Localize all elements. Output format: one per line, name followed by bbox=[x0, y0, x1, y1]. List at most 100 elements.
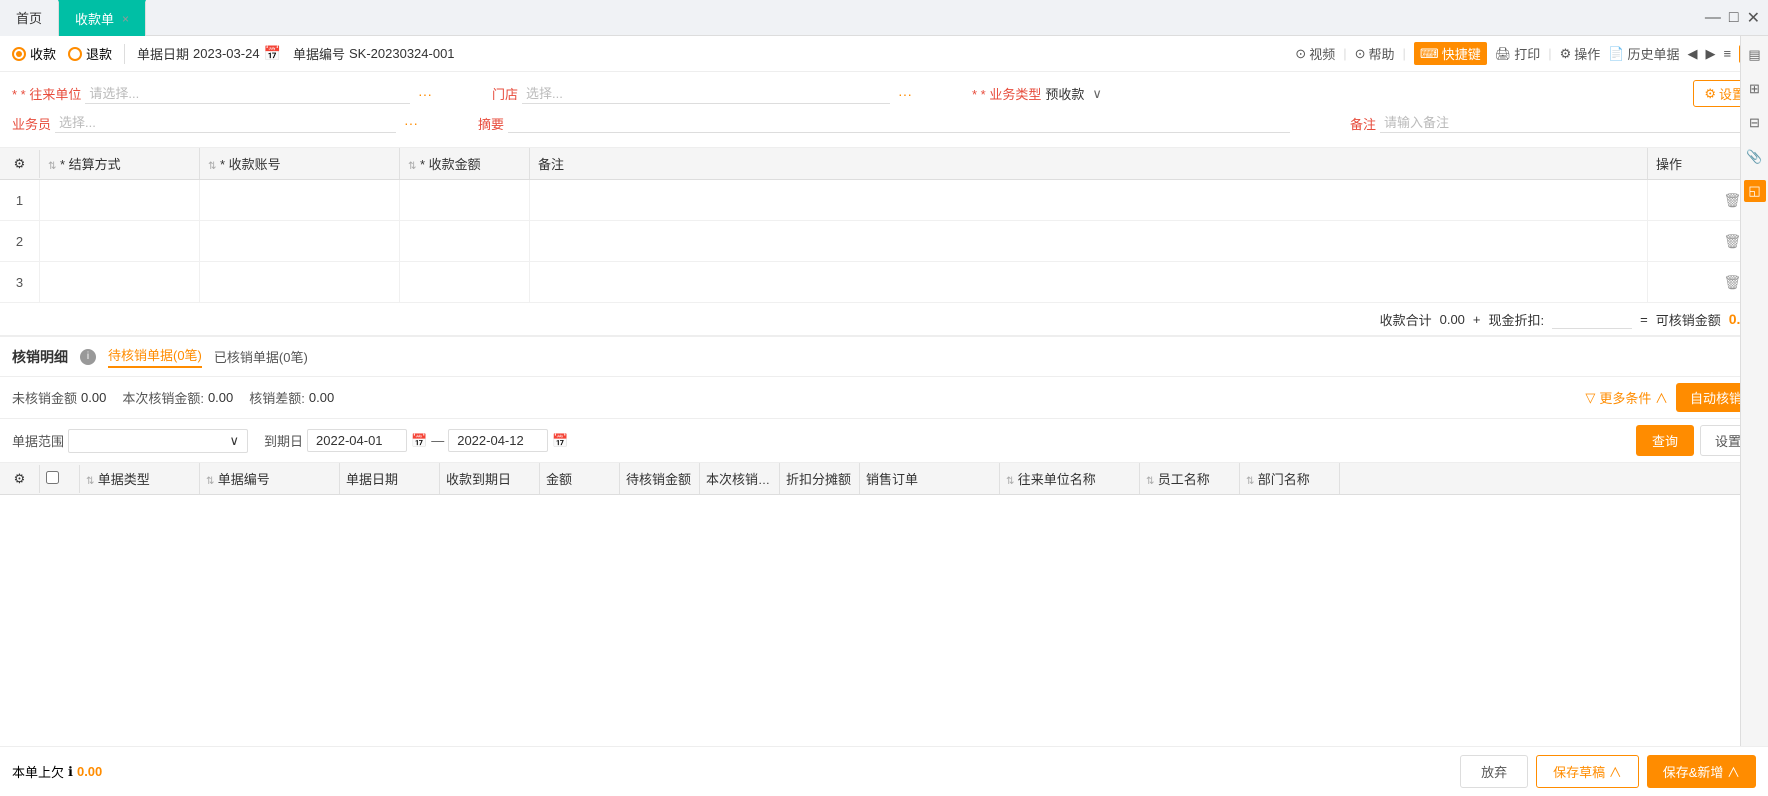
sort-icon: ⇅ bbox=[1146, 476, 1154, 487]
discount-input[interactable] bbox=[1552, 309, 1632, 329]
verify-header: 核销明细 i 待核销单据(0笔) 已核销单据(0笔) bbox=[0, 337, 1768, 377]
tab-home[interactable]: 首页 bbox=[0, 0, 58, 36]
dth-doc-number: ⇅ 单据编号 bbox=[200, 463, 340, 494]
sort-icon: ⇅ bbox=[1246, 476, 1254, 487]
maximize-icon[interactable]: □ bbox=[1729, 9, 1739, 27]
store-more-icon[interactable]: ··· bbox=[898, 86, 912, 102]
radio-refund[interactable]: 退款 bbox=[68, 44, 112, 63]
toolbar-date-value[interactable]: 2023-03-24 bbox=[193, 46, 260, 61]
calendar-to-icon[interactable]: 📅 bbox=[552, 433, 568, 449]
sidebar-icon-attach[interactable]: 📎 bbox=[1744, 146, 1766, 168]
shortcut-icon: ⌨ bbox=[1420, 46, 1439, 62]
verify-title: 核销明细 bbox=[12, 347, 68, 367]
date-filter-field: 到期日 📅 — 📅 bbox=[264, 429, 568, 452]
delete-icon-2[interactable]: 🗑 bbox=[1723, 233, 1741, 250]
current-value: 0.00 bbox=[208, 390, 233, 405]
bottom-info-icon[interactable]: ℹ bbox=[68, 764, 73, 780]
table-row-2: 2 🗑 ⊕ bbox=[0, 221, 1768, 262]
salesperson-more-icon[interactable]: ··· bbox=[404, 115, 418, 131]
dth-amount: 金额 bbox=[540, 463, 620, 494]
close-icon[interactable]: ✕ bbox=[1747, 8, 1760, 28]
td-settlement-2[interactable] bbox=[40, 221, 200, 261]
video-icon: ⊙ bbox=[1295, 46, 1306, 62]
verify-tab-done[interactable]: 已核销单据(0笔) bbox=[214, 347, 308, 366]
verify-tab-pending[interactable]: 待核销单据(0笔) bbox=[108, 345, 202, 368]
remarks-input[interactable] bbox=[1380, 113, 1756, 133]
radio-refund-dot bbox=[68, 47, 82, 61]
tab-receipt[interactable]: 收款单 × bbox=[58, 0, 146, 36]
partner-field: * 往来单位 ··· bbox=[12, 84, 432, 104]
delete-icon-3[interactable]: 🗑 bbox=[1723, 274, 1741, 291]
radio-receipt[interactable]: 收款 bbox=[12, 44, 56, 63]
due-date-from-input[interactable] bbox=[307, 429, 407, 452]
calendar-icon[interactable]: 📅 bbox=[264, 45, 281, 62]
business-type-dropdown-icon[interactable]: ∨ bbox=[1092, 86, 1102, 102]
sort-icon: ⇅ bbox=[86, 476, 94, 487]
store-input[interactable] bbox=[522, 84, 890, 104]
td-remarks-3[interactable] bbox=[530, 262, 1648, 302]
delete-icon-1[interactable]: 🗑 bbox=[1723, 192, 1741, 209]
td-account-3[interactable] bbox=[200, 262, 400, 302]
help-action[interactable]: ⊙ 帮助 bbox=[1355, 44, 1395, 63]
salesperson-field: 业务员 ··· bbox=[12, 113, 418, 133]
td-amount-3[interactable] bbox=[400, 262, 530, 302]
calendar-from-icon[interactable]: 📅 bbox=[411, 433, 427, 449]
range-select[interactable]: ∨ bbox=[68, 429, 248, 453]
nav-left-icon[interactable]: ◀ bbox=[1688, 46, 1698, 62]
more-conditions[interactable]: ▽ 更多条件 ∧ bbox=[1585, 388, 1668, 407]
query-button[interactable]: 查询 bbox=[1636, 425, 1694, 456]
filter-right: 查询 设置 bbox=[1636, 425, 1756, 456]
partner-more-icon[interactable]: ··· bbox=[418, 86, 432, 102]
td-account-1[interactable] bbox=[200, 180, 400, 220]
td-amount-1[interactable] bbox=[400, 180, 530, 220]
video-action[interactable]: ⊙ 视频 bbox=[1295, 44, 1335, 63]
radio-refund-label: 退款 bbox=[86, 44, 112, 63]
verify-stats-right: ▽ 更多条件 ∧ 自动核销 bbox=[1585, 383, 1756, 412]
shortcut-action[interactable]: ⌨ 快捷键 bbox=[1414, 42, 1487, 65]
history-action[interactable]: 📄 历史单据 bbox=[1608, 44, 1679, 63]
toolbar-number-value[interactable]: SK-20230324-001 bbox=[349, 46, 455, 61]
save-draft-button[interactable]: 保存草稿 ∧ bbox=[1536, 755, 1639, 788]
diff-stat: 核销差额: 0.00 bbox=[249, 388, 334, 407]
operation-icon: ⚙ bbox=[1560, 46, 1572, 62]
dth-checkbox[interactable] bbox=[40, 465, 80, 493]
unchecked-value: 0.00 bbox=[81, 390, 106, 405]
verify-info-icon[interactable]: i bbox=[80, 349, 96, 365]
minimize-icon[interactable]: — bbox=[1705, 9, 1721, 27]
operation-action[interactable]: ⚙ 操作 bbox=[1560, 44, 1601, 63]
discard-button[interactable]: 放弃 bbox=[1460, 755, 1528, 788]
form-area: * 往来单位 ··· 门店 ··· * 业务类型 预收款 ∨ ⚙ 设置 bbox=[0, 72, 1768, 148]
td-num-3: 3 bbox=[0, 262, 40, 302]
print-action[interactable]: 🖨 打印 bbox=[1495, 44, 1541, 63]
sidebar-icon-grid[interactable]: ⊞ bbox=[1744, 78, 1766, 100]
summary-input[interactable] bbox=[508, 113, 1290, 133]
tab-home-label: 首页 bbox=[16, 8, 42, 27]
layout-list-icon[interactable]: ≡ bbox=[1724, 46, 1732, 61]
select-all-checkbox[interactable] bbox=[46, 471, 59, 484]
table-row-3: 3 🗑 ⊕ bbox=[0, 262, 1768, 303]
history-icon: 📄 bbox=[1608, 46, 1624, 62]
th-amount: ⇅ * 收款金额 bbox=[400, 148, 530, 179]
th-gear[interactable]: ⚙ bbox=[0, 150, 40, 178]
td-settlement-1[interactable] bbox=[40, 180, 200, 220]
tab-receipt-close[interactable]: × bbox=[122, 12, 129, 26]
summary-label: 摘要 bbox=[478, 114, 504, 133]
partner-input[interactable] bbox=[85, 84, 410, 104]
salesperson-input[interactable] bbox=[55, 113, 396, 133]
dth-gear[interactable]: ⚙ bbox=[0, 465, 40, 493]
save-new-button[interactable]: 保存&新增 ∧ bbox=[1647, 755, 1756, 788]
sidebar-icon-list[interactable]: ⊟ bbox=[1744, 112, 1766, 134]
td-settlement-3[interactable] bbox=[40, 262, 200, 302]
td-account-2[interactable] bbox=[200, 221, 400, 261]
summary-field: 摘要 bbox=[478, 113, 1290, 133]
tab-bar-right: — □ ✕ bbox=[1705, 8, 1768, 28]
due-date-to-input[interactable] bbox=[448, 429, 548, 452]
save-new-label: 保存&新增 ∧ bbox=[1663, 762, 1740, 781]
nav-right-icon[interactable]: ▶ bbox=[1706, 46, 1716, 62]
dth-pending-amount: 待核销金额 bbox=[620, 463, 700, 494]
td-amount-2[interactable] bbox=[400, 221, 530, 261]
sidebar-icon-expand[interactable]: ◱ bbox=[1744, 180, 1766, 202]
td-remarks-2[interactable] bbox=[530, 221, 1648, 261]
td-remarks-1[interactable] bbox=[530, 180, 1648, 220]
sidebar-icon-table[interactable]: ▤ bbox=[1744, 44, 1766, 66]
